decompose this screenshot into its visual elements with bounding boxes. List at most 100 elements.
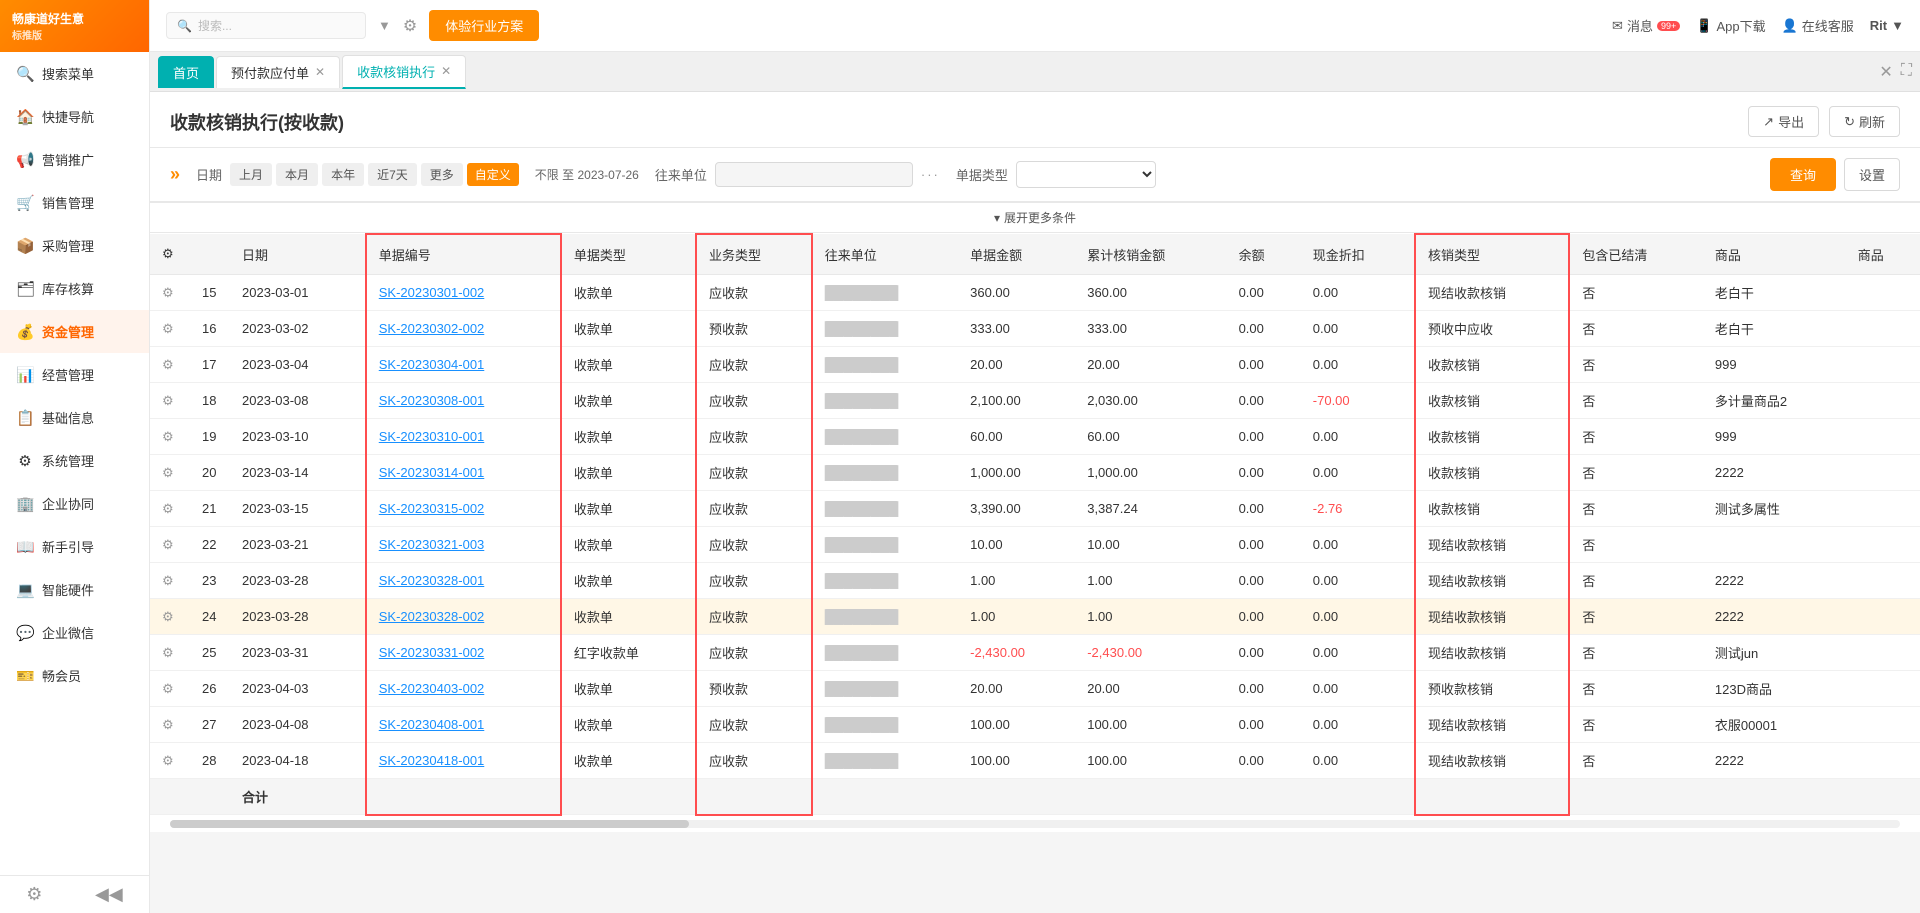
close-all-tabs-icon[interactable]: ✕ [1879,62,1892,82]
refresh-button[interactable]: ↻ 刷新 [1829,106,1900,137]
marketing-icon: 📢 [16,151,34,169]
scrollbar-thumb[interactable] [170,820,689,828]
col-doc-no-cell[interactable]: SK-20230301-002 [366,275,561,311]
col-product2-header[interactable]: 商品 [1846,234,1920,275]
col-gear-cell[interactable]: ⚙ [150,455,190,491]
col-doc-no-cell[interactable]: SK-20230315-002 [366,491,561,527]
sidebar-item-purchase[interactable]: 📦 采购管理 [0,224,149,267]
col-doc-no-cell[interactable]: SK-20230418-001 [366,743,561,779]
filter-custom-btn[interactable]: 自定义 [467,163,519,186]
col-doc-no-cell[interactable]: SK-20230314-001 [366,455,561,491]
col-biz-type-header[interactable]: 业务类型 [696,234,812,275]
filter-receipt-type-select[interactable] [1016,161,1156,188]
collection-tab-close[interactable]: ✕ [441,64,451,78]
collapse-icon[interactable]: ◀◀ [95,884,123,905]
sidebar-item-system[interactable]: ⚙ 系统管理 [0,439,149,482]
col-gear-cell[interactable]: ⚙ [150,275,190,311]
sidebar-item-basic[interactable]: 📋 基础信息 [0,396,149,439]
col-doc-no-cell[interactable]: SK-20230302-002 [366,311,561,347]
col-gear-cell[interactable]: ⚙ [150,707,190,743]
message-btn[interactable]: ✉ 消息 99+ [1612,16,1680,35]
expand-more-btn[interactable]: ▾ 展开更多条件 [150,202,1920,233]
col-gear-cell[interactable]: ⚙ [150,527,190,563]
col-gear-cell[interactable]: ⚙ [150,671,190,707]
settings-icon[interactable]: ⚙ [26,884,42,905]
col-cash-discount-header[interactable]: 现金折扣 [1301,234,1415,275]
industry-btn[interactable]: 体验行业方案 [429,10,539,41]
filter-last-7-days[interactable]: 近7天 [368,163,417,186]
col-gear-cell[interactable]: ⚙ [150,491,190,527]
col-doc-no-cell[interactable]: SK-20230308-001 [366,383,561,419]
col-doc-no-cell[interactable]: SK-20230304-001 [366,347,561,383]
col-writeoff-type-header[interactable]: 核销类型 [1415,234,1569,275]
app-download-btn[interactable]: 📱 App下载 [1696,16,1765,35]
sidebar-item-member[interactable]: 🎫 畅会员 [0,654,149,697]
filter-this-year[interactable]: 本年 [322,163,364,186]
filter-last-month[interactable]: 上月 [230,163,272,186]
col-gear-cell[interactable]: ⚙ [150,743,190,779]
filter-partner-input[interactable] [715,162,913,187]
tab-collection[interactable]: 收款核销执行 ✕ [342,55,466,89]
col-amount-header[interactable]: 单据金额 [958,234,1075,275]
col-gear-cell[interactable]: ⚙ [150,311,190,347]
col-doc-no-cell[interactable]: SK-20230403-002 [366,671,561,707]
service-icon: 👤 [1782,18,1798,34]
sidebar-item-operation[interactable]: 📊 经营管理 [0,353,149,396]
col-doc-no-cell[interactable]: SK-20230331-002 [366,635,561,671]
col-doc-no-cell[interactable]: SK-20230328-001 [366,563,561,599]
col-gear-cell[interactable]: ⚙ [150,419,190,455]
scrollbar-track[interactable] [170,820,1900,828]
col-date-header[interactable]: 日期 [230,234,366,275]
query-button[interactable]: 查询 [1770,158,1836,191]
tabs-actions: ✕ ⛶ [1879,62,1912,82]
col-doc-no-cell[interactable]: SK-20230328-002 [366,599,561,635]
search-box[interactable]: 🔍 搜索... [166,12,366,39]
system-icon: ⚙ [16,452,34,470]
dropdown-arrow[interactable]: ▼ [378,18,391,33]
col-doc-type-cell: 收款单 [561,671,696,707]
col-gear-cell[interactable]: ⚙ [150,635,190,671]
filter-partner-label: 往来单位 [655,165,707,184]
hardware-icon: 💻 [16,581,34,599]
sidebar-item-weixin[interactable]: 💬 企业微信 [0,611,149,654]
col-balance-header[interactable]: 余额 [1227,234,1301,275]
sidebar-item-hardware[interactable]: 💻 智能硬件 [0,568,149,611]
user-menu[interactable]: Rit ▼ [1870,18,1904,33]
export-button[interactable]: ↗ 导出 [1748,106,1819,137]
prepay-tab-close[interactable]: ✕ [315,65,325,79]
sidebar-item-search[interactable]: 🔍 搜索菜单 [0,52,149,95]
filter-dots[interactable]: ··· [921,167,940,182]
sidebar-item-sales[interactable]: 🛒 销售管理 [0,181,149,224]
col-include-settled-cell: 否 [1569,527,1703,563]
sidebar-item-marketing[interactable]: 📢 营销推广 [0,138,149,181]
settings-button[interactable]: 设置 [1844,158,1900,191]
col-doc-no-cell[interactable]: SK-20230321-003 [366,527,561,563]
user-chevron-icon: ▼ [1891,18,1904,33]
col-writeoff-header[interactable]: 累计核销金额 [1075,234,1226,275]
filter-expand-btn[interactable]: » [170,164,180,185]
col-partner-header[interactable]: 往来单位 [812,234,958,275]
col-include-settled-header[interactable]: 包含已结清 [1569,234,1703,275]
col-doc-no-cell[interactable]: SK-20230408-001 [366,707,561,743]
col-doc-type-header[interactable]: 单据类型 [561,234,696,275]
tab-home[interactable]: 首页 [158,56,214,88]
col-gear-cell[interactable]: ⚙ [150,599,190,635]
col-doc-no-header[interactable]: 单据编号 [366,234,561,275]
filter-this-month[interactable]: 本月 [276,163,318,186]
sidebar-item-corp[interactable]: 🏢 企业协同 [0,482,149,525]
sidebar-item-guide[interactable]: 📖 新手引导 [0,525,149,568]
col-gear-cell[interactable]: ⚙ [150,347,190,383]
col-gear-cell[interactable]: ⚙ [150,383,190,419]
col-gear-cell[interactable]: ⚙ [150,563,190,599]
col-doc-no-cell[interactable]: SK-20230310-001 [366,419,561,455]
online-service-btn[interactable]: 👤 在线客服 [1782,16,1854,35]
filter-more[interactable]: 更多 [421,163,463,186]
sidebar-item-quick-nav[interactable]: 🏠 快捷导航 [0,95,149,138]
col-product-header[interactable]: 商品 [1703,234,1846,275]
fullscreen-icon[interactable]: ⛶ [1901,62,1912,82]
sidebar-item-inventory[interactable]: 🗂 库存核算 [0,267,149,310]
tab-prepay[interactable]: 预付款应付单 ✕ [216,56,340,88]
sidebar-item-finance[interactable]: 💰 资金管理 [0,310,149,353]
topbar-gear-icon[interactable]: ⚙ [403,16,417,36]
col-gear-header[interactable]: ⚙ [150,234,190,275]
